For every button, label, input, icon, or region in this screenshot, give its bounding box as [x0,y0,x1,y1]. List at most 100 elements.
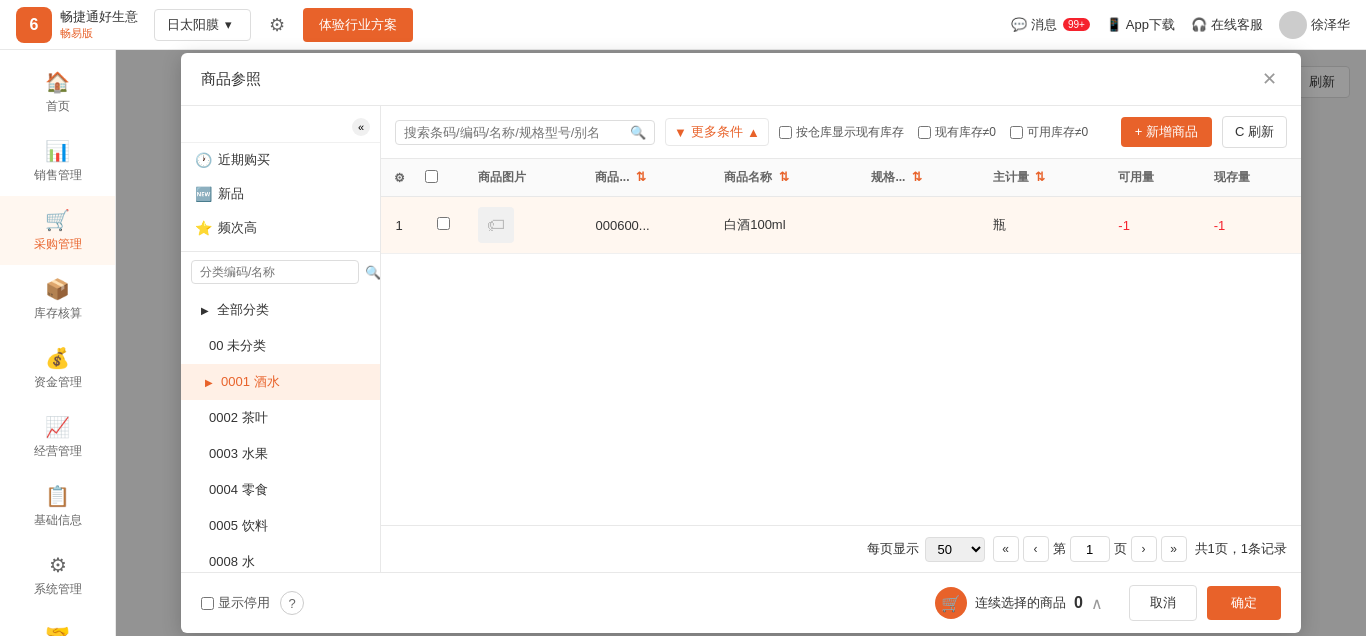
category-search-icon[interactable]: 🔍 [365,265,381,280]
stock-nonzero-checkbox-label[interactable]: 现有库存≠0 [918,124,996,141]
stock-nonzero-checkbox[interactable] [918,126,931,139]
messages-nav[interactable]: 💬 消息 99+ [1011,16,1090,34]
cancel-button[interactable]: 取消 [1129,585,1197,621]
collapse-panel-btn[interactable]: « [352,118,370,136]
row-checkbox[interactable] [437,217,450,230]
th-name[interactable]: 商品名称 ⇅ [716,159,863,197]
td-checkbox[interactable] [417,197,470,254]
page-size-select: 每页显示 50 20 100 [867,537,985,562]
page-number-input[interactable] [1070,536,1110,562]
logo-text: 畅捷通好生意 畅易版 [60,9,138,40]
quick-link-recent[interactable]: 🕐 近期购买 [181,143,380,177]
sidebar-item-enterprise[interactable]: 🤝 企业协同 [0,610,115,636]
warehouse-checkbox[interactable] [779,126,792,139]
navbar-right: 💬 消息 99+ 📱 App下载 🎧 在线客服 徐泽华 [1011,11,1350,39]
mobile-icon: 📱 [1106,17,1122,32]
chevron-down-icon: ▾ [225,17,232,32]
category-item-uncategorized[interactable]: 00 未分类 [181,328,380,364]
help-button[interactable]: ? [280,591,304,615]
inventory-icon: 📦 [45,277,70,301]
logo-icon: 6 [16,7,52,43]
show-disabled-checkbox[interactable] [201,597,214,610]
search-icon[interactable]: 🔍 [630,125,646,140]
trial-button[interactable]: 体验行业方案 [303,8,413,42]
last-page-button[interactable]: » [1161,536,1187,562]
sidebar-item-inventory[interactable]: 📦 库存核算 [0,265,115,334]
filter-icon: ▼ [674,125,687,140]
sidebar-item-basics[interactable]: 📋 基础信息 [0,472,115,541]
show-disabled-label[interactable]: 显示停用 [201,594,270,612]
available-nonzero-checkbox[interactable] [1010,126,1023,139]
expand-all-icon: ▶ [201,305,209,316]
quick-link-new[interactable]: 🆕 新品 [181,177,380,211]
filter-button[interactable]: ▼ 更多条件 ▲ [665,118,769,146]
td-code: 000600... [587,197,716,254]
category-item-snack[interactable]: 0004 零食 [181,472,380,508]
category-item-water[interactable]: 0008 水 [181,544,380,572]
category-search-input[interactable] [191,260,359,284]
category-search-row: 🔍 [181,252,380,292]
sidebar-item-operations[interactable]: 📈 经营管理 [0,403,115,472]
warehouse-checkbox-label[interactable]: 按仓库显示现有库存 [779,124,904,141]
category-item-fruit[interactable]: 0003 水果 [181,436,380,472]
category-item-tea[interactable]: 0002 茶叶 [181,400,380,436]
category-panel: « 🕐 近期购买 🆕 新品 ⭐ [181,106,381,572]
store-selector[interactable]: 日太阳膜 ▾ [154,9,251,41]
app-download-nav[interactable]: 📱 App下载 [1106,16,1175,34]
product-table: ⚙ 商品图片 商品... ⇅ 商品名称 ⇅ 规格... ⇅ 主计量 ⇅ 可用量 [381,159,1301,254]
sidebar-item-sales[interactable]: 📊 销售管理 [0,127,115,196]
product-search-input[interactable] [404,125,630,140]
confirm-button[interactable]: 确定 [1207,586,1281,620]
pagination-bar: 每页显示 50 20 100 « ‹ 第 [381,525,1301,572]
headset-icon: 🎧 [1191,17,1207,32]
quick-link-frequent[interactable]: ⭐ 频次高 [181,211,380,245]
cart-icon[interactable]: 🛒 [935,587,967,619]
close-icon[interactable]: ✕ [1257,67,1281,91]
collapse-cart-icon[interactable]: ∧ [1091,594,1103,613]
settings-icon[interactable]: ⚙ [261,9,293,41]
category-item-all[interactable]: ▶ 全部分类 [181,292,380,328]
dialog-footer: 显示停用 ? 🛒 连续选择的商品 0 ∧ 取消 确定 [181,572,1301,633]
td-name: 白酒100ml [716,197,863,254]
first-page-button[interactable]: « [993,536,1019,562]
sidebar-item-finance[interactable]: 💰 资金管理 [0,334,115,403]
th-unit[interactable]: 主计量 ⇅ [985,159,1110,197]
available-nonzero-checkbox-label[interactable]: 可用库存≠0 [1010,124,1088,141]
message-icon: 💬 [1011,17,1027,32]
add-product-button[interactable]: + 新增商品 [1121,117,1212,147]
frequent-icon: ⭐ [195,220,212,236]
td-available: -1 [1110,197,1205,254]
category-item-beverage[interactable]: 0005 饮料 [181,508,380,544]
th-settings: ⚙ [381,159,417,197]
td-image: 🏷 [470,197,587,254]
category-item-alcohol[interactable]: ▶ 0001 酒水 [181,364,380,400]
table-header-row: ⚙ 商品图片 商品... ⇅ 商品名称 ⇅ 规格... ⇅ 主计量 ⇅ 可用量 [381,159,1301,197]
sales-icon: 📊 [45,139,70,163]
user-nav[interactable]: 徐泽华 [1279,11,1350,39]
sidebar-item-home[interactable]: 🏠 首页 [0,58,115,127]
enterprise-icon: 🤝 [45,622,70,636]
sidebar-item-system[interactable]: ⚙ 系统管理 [0,541,115,610]
sidebar: 🏠 首页 📊 销售管理 🛒 采购管理 📦 库存核算 💰 资金管理 📈 经营管理 … [0,50,116,636]
next-page-button[interactable]: › [1131,536,1157,562]
purchase-icon: 🛒 [45,208,70,232]
table-row[interactable]: 1 🏷 000600... 白酒100ml [381,197,1301,254]
avatar [1279,11,1307,39]
refresh-button[interactable]: C 刷新 [1222,116,1287,148]
per-page-select[interactable]: 50 20 100 [925,537,985,562]
prev-page-button[interactable]: ‹ [1023,536,1049,562]
operations-icon: 📈 [45,415,70,439]
product-table-wrap: ⚙ 商品图片 商品... ⇅ 商品名称 ⇅ 规格... ⇅ 主计量 ⇅ 可用量 [381,159,1301,525]
product-toolbar: 🔍 ▼ 更多条件 ▲ 按仓库显示现有库存 [381,106,1301,159]
filter-up-icon: ▲ [747,125,760,140]
sidebar-item-purchase[interactable]: 🛒 采购管理 [0,196,115,265]
th-available: 可用量 [1110,159,1205,197]
quick-links: « 🕐 近期购买 🆕 新品 ⭐ [181,106,380,252]
online-service-nav[interactable]: 🎧 在线客服 [1191,16,1263,34]
th-code[interactable]: 商品... ⇅ [587,159,716,197]
home-icon: 🏠 [45,70,70,94]
th-spec[interactable]: 规格... ⇅ [863,159,985,197]
select-all-checkbox[interactable] [425,170,438,183]
main-layout: 🏠 首页 📊 销售管理 🛒 采购管理 📦 库存核算 💰 资金管理 📈 经营管理 … [0,50,1366,636]
content-area: 查询 设置 刷新 商品参照 ✕ [116,50,1366,636]
